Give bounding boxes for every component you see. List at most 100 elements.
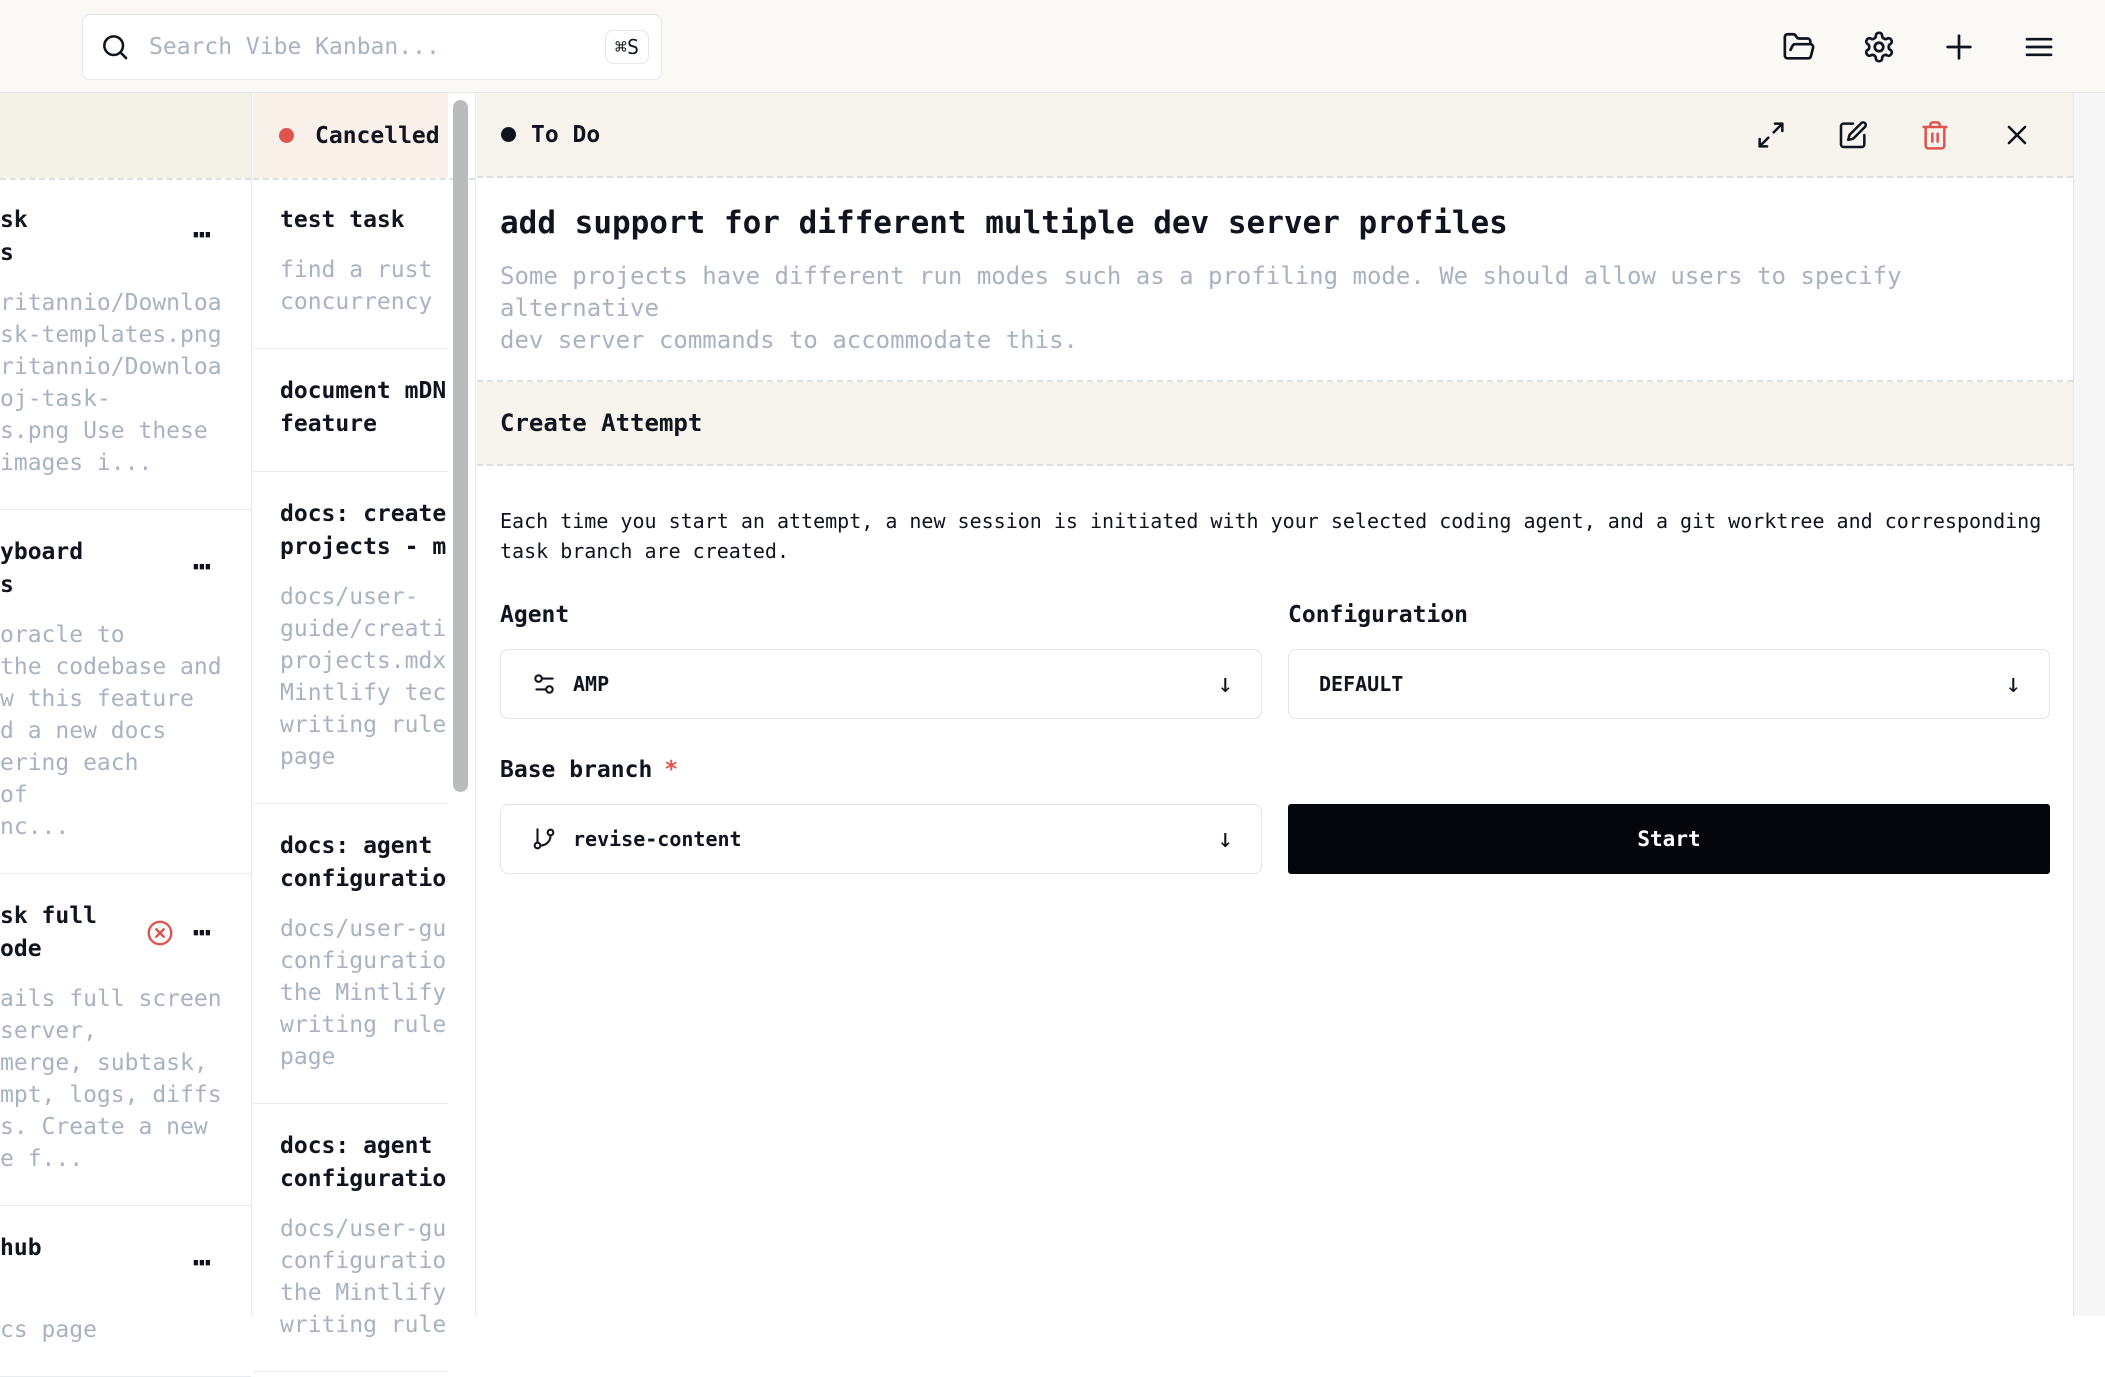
git-branch-icon xyxy=(531,826,557,852)
task-card-description-line: page xyxy=(280,744,336,770)
base-branch-field: Base branch * revise-content ↓ xyxy=(500,755,1262,874)
card-actions: ⋯ xyxy=(193,552,211,582)
task-card-description-line: writing rule xyxy=(280,1012,447,1038)
task-card-title: docs: agent configuration xyxy=(280,1130,448,1196)
create-attempt-section-header: Create Attempt xyxy=(477,382,2073,466)
task-card-description-line: the codebase and xyxy=(0,654,221,680)
close-icon[interactable] xyxy=(2001,119,2033,151)
task-card-description-line: docs/user- xyxy=(280,584,419,610)
task-card[interactable]: ⋯ sk full ode ails full screen server, merge,… xyxy=(0,874,251,1206)
task-card-description-line: w this feature xyxy=(0,686,194,712)
task-card-description-line: ails full screen xyxy=(0,986,221,1012)
agent-field: Agent AMP ↓ xyxy=(500,600,1262,719)
task-card-description-line: writing rule xyxy=(280,1312,447,1338)
task-card-title-line: docs: agent xyxy=(280,833,433,859)
task-card-title-line: docs: create xyxy=(280,501,447,527)
search-icon xyxy=(99,31,131,63)
agent-label: Agent xyxy=(500,602,570,628)
more-menu-icon[interactable]: ⋯ xyxy=(193,918,211,948)
task-card[interactable]: ⋯ sk s ritannio/Downloa sk-templates.png rita… xyxy=(0,178,251,510)
menu-icon[interactable] xyxy=(2022,30,2056,64)
task-card[interactable]: docs: agent configuration docs/user-gu conf… xyxy=(253,804,448,1104)
task-card-description-line xyxy=(0,1282,221,1314)
task-card-description-line: docs/user-gu xyxy=(280,916,447,942)
task-card-description-line: configuration xyxy=(280,1248,448,1274)
task-card-description-line: d a new docs xyxy=(0,718,167,744)
task-card-description-line: oj-task- xyxy=(0,386,111,412)
task-card-description-line: merge, subtask, xyxy=(0,1050,208,1076)
task-status-label: To Do xyxy=(531,121,601,148)
task-card-description-line: cs page xyxy=(0,1317,97,1343)
task-card-description-line: guide/creati xyxy=(280,616,447,642)
task-card-description: docs/user-guide/creati projects.mdx Mintli… xyxy=(280,581,448,773)
more-menu-icon[interactable]: ⋯ xyxy=(193,1248,211,1278)
task-detail-header: To Do xyxy=(477,93,2073,178)
edit-icon[interactable] xyxy=(1837,119,1869,151)
top-bar: ⌘S xyxy=(0,0,2105,93)
task-card-description-line: nc... xyxy=(0,814,70,840)
configuration-value: DEFAULT xyxy=(1319,672,1404,696)
card-actions: ⋯ xyxy=(193,1248,211,1278)
task-card-title-line: s xyxy=(0,572,14,598)
task-card-description-line: find a rust fi xyxy=(280,257,448,283)
scrollbar-thumb[interactable] xyxy=(453,100,468,792)
task-card[interactable]: ⋯ hub cs page xyxy=(0,1206,251,1377)
task-card-description-line: mpt, logs, diffs, xyxy=(0,1082,221,1108)
column-left-cards: ⋯ sk s ritannio/Downloa sk-templates.png rita… xyxy=(0,178,251,1377)
delete-icon[interactable] xyxy=(1919,119,1951,151)
kanban-column-left: ⋯ sk s ritannio/Downloa sk-templates.png rita… xyxy=(0,93,252,1377)
task-card-title: hub xyxy=(0,1232,221,1265)
task-card-description-line: sk-templates.png xyxy=(0,322,221,348)
column-title: Cancelled xyxy=(315,122,440,149)
task-card-title-line: document mDN xyxy=(280,378,447,404)
more-menu-icon[interactable]: ⋯ xyxy=(193,552,211,582)
start-button[interactable]: Start xyxy=(1288,804,2050,874)
open-folder-icon[interactable] xyxy=(1782,30,1816,64)
search-input[interactable] xyxy=(147,33,605,61)
base-branch-dropdown[interactable]: revise-content ↓ xyxy=(500,804,1262,874)
cancelled-status-dot xyxy=(279,128,294,143)
agent-value: AMP xyxy=(573,672,610,696)
card-actions: ⋯ xyxy=(145,918,211,948)
add-icon[interactable] xyxy=(1942,30,1976,64)
configuration-label: Configuration xyxy=(1288,602,1469,628)
base-branch-value: revise-content xyxy=(573,827,742,851)
task-card-description-line: server, xyxy=(0,1018,97,1044)
search-shortcut-badge: ⌘S xyxy=(604,30,649,64)
task-card-description-line: ering each xyxy=(0,750,139,776)
expand-icon[interactable] xyxy=(1755,119,1787,151)
base-branch-label: Base branch * xyxy=(500,755,1262,786)
task-card-title-line: projects - m xyxy=(280,534,447,560)
task-card-description: oracle to the codebase and w this feature d… xyxy=(0,619,221,843)
task-card-title: yboard s xyxy=(0,536,221,602)
task-card[interactable]: test task find a rust fi concurrency xyxy=(253,178,448,349)
search-box[interactable]: ⌘S xyxy=(82,14,662,80)
task-card[interactable]: document mDN feature xyxy=(253,349,448,472)
task-card-description-line: oracle to xyxy=(0,622,125,648)
task-card[interactable]: docs: agent configuration docs/user-gu conf… xyxy=(253,1104,448,1372)
attempt-info-line: Each time you start an attempt, a new se… xyxy=(500,509,2042,533)
settings-gear-icon[interactable] xyxy=(1862,30,1896,64)
task-card-description-line: s. Create a new xyxy=(0,1114,208,1140)
arrow-down-icon: ↓ xyxy=(1217,824,1233,854)
agent-dropdown[interactable]: AMP ↓ xyxy=(500,649,1262,719)
error-circle-x-icon xyxy=(145,918,175,948)
create-attempt-body: Each time you start an attempt, a new se… xyxy=(477,466,2073,874)
task-card-title-line: configuration xyxy=(280,1166,448,1192)
kanban-column-cancelled: Cancelled test task find a rust fi concurr… xyxy=(253,93,476,1372)
task-card-description: cs page xyxy=(0,1282,221,1346)
task-card-title-line: sk xyxy=(0,207,28,233)
task-card-title: document mDN feature xyxy=(280,375,448,441)
task-card[interactable]: docs: create projects - m docs/user-guide/… xyxy=(253,472,448,804)
task-card[interactable]: ⋯ yboard s oracle to the codebase and w this … xyxy=(0,510,251,874)
task-card-description-line: of xyxy=(0,782,28,808)
topbar-actions xyxy=(1782,0,2056,93)
more-menu-icon[interactable]: ⋯ xyxy=(193,220,211,250)
task-card-description-line: e f... xyxy=(0,1146,84,1172)
configuration-dropdown[interactable]: DEFAULT ↓ xyxy=(1288,649,2050,719)
start-field: Start xyxy=(1288,755,2050,874)
task-description-line: Some projects have different run modes s… xyxy=(500,262,1902,322)
window-scrollbar-track[interactable] xyxy=(2073,93,2105,1316)
task-title: add support for different multiple dev s… xyxy=(500,205,1508,241)
